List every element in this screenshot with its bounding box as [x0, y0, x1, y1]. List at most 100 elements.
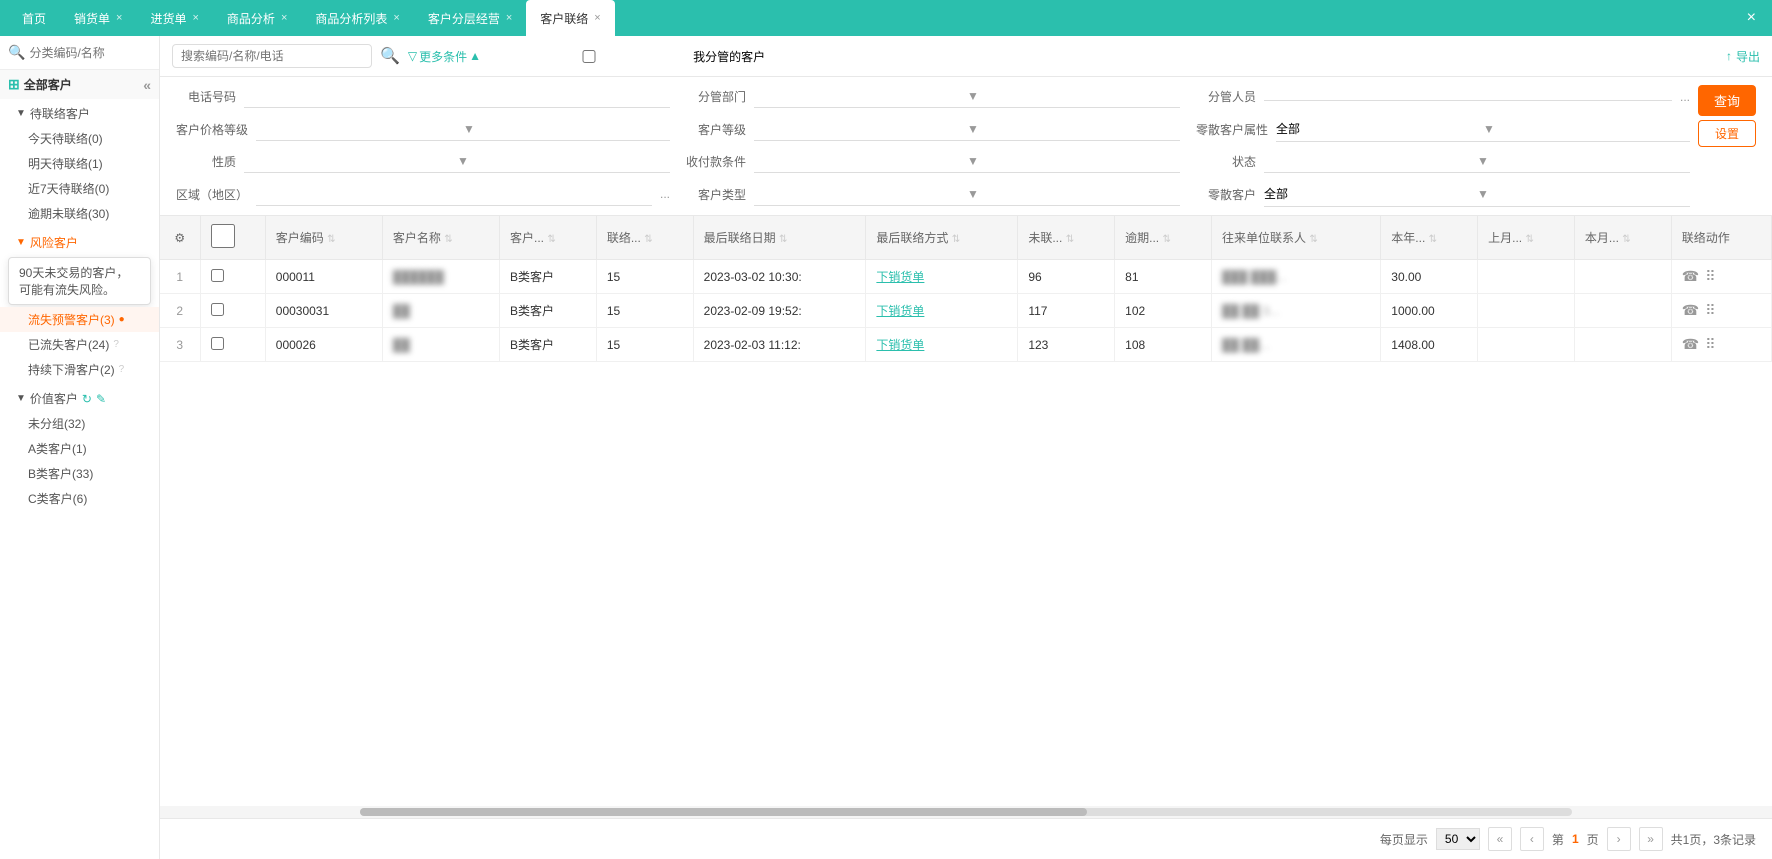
tab-analysis-close[interactable]: ×: [281, 12, 287, 24]
query-button[interactable]: 查询: [1698, 85, 1756, 116]
person-ellipsis[interactable]: ...: [1680, 90, 1690, 104]
zero-customer-select[interactable]: 全部 ▼: [1264, 181, 1690, 207]
col-this-year[interactable]: 本年... ⇅: [1381, 216, 1478, 260]
first-page-button[interactable]: «: [1488, 827, 1512, 851]
region-input[interactable]: [256, 183, 652, 206]
tab-customer-tier-close[interactable]: ×: [506, 12, 512, 24]
tier-select[interactable]: ▼: [754, 118, 1180, 141]
tab-analysis[interactable]: 商品分析 ×: [213, 0, 301, 36]
sidebar-item-unclassified[interactable]: 未分组(32): [0, 411, 159, 436]
sidebar-item-already-lost[interactable]: 已流失客户(24) ?: [0, 332, 159, 357]
pending-group-label: 待联络客户: [30, 105, 90, 122]
my-customers-checkbox[interactable]: [489, 50, 689, 63]
next-page-button[interactable]: ›: [1607, 827, 1631, 851]
row-last-way-2[interactable]: 下销货单: [866, 294, 1018, 328]
tab-sales[interactable]: 销货单 ×: [60, 0, 136, 36]
row-action-msg-icon-1[interactable]: ☎: [1682, 268, 1699, 285]
price-tier-select[interactable]: ▼: [256, 118, 670, 141]
tab-home[interactable]: 首页: [8, 0, 60, 36]
row-action-msg-icon-3[interactable]: ☎: [1682, 336, 1699, 353]
row-action-more-icon-3[interactable]: ⠿: [1705, 336, 1715, 353]
sidebar-item-class-a[interactable]: A类客户(1): [0, 436, 159, 461]
tab-analysis-list[interactable]: 商品分析列表 ×: [301, 0, 413, 36]
nature-select[interactable]: ▼: [244, 150, 670, 173]
phone-input[interactable]: [244, 85, 670, 108]
col-overdue[interactable]: 逾期... ⇅: [1115, 216, 1212, 260]
col-contact[interactable]: 联络... ⇅: [596, 216, 693, 260]
status-select[interactable]: ▼: [1264, 150, 1690, 173]
more-conditions-button[interactable]: ▽ 更多条件 ▲: [408, 48, 481, 65]
person-select[interactable]: [1264, 92, 1672, 101]
all-customers-label: 全部客户: [24, 76, 72, 93]
zero-attr-select[interactable]: 全部 ▼: [1276, 116, 1690, 142]
col-code[interactable]: 客户编码 ⇅: [265, 216, 382, 260]
sidebar-group-risk-header[interactable]: ▼ 风险客户: [0, 230, 159, 255]
col-last-month[interactable]: 上月... ⇅: [1478, 216, 1575, 260]
row-checkbox-3[interactable]: [200, 328, 265, 362]
sidebar-item-tomorrow[interactable]: 明天待联络(1): [0, 151, 159, 176]
sidebar-item-loss-warning[interactable]: 流失预警客户(3) ●: [0, 307, 159, 332]
tab-purchase-close[interactable]: ×: [192, 12, 198, 24]
col-type-sort-icon: ⇅: [547, 234, 555, 245]
tab-analysis-list-close[interactable]: ×: [393, 12, 399, 24]
sidebar-item-class-b[interactable]: B类客户(33): [0, 461, 159, 486]
col-this-month[interactable]: 本月... ⇅: [1574, 216, 1671, 260]
zero-attr-label: 零散客户属性: [1196, 121, 1268, 138]
row-last-date-3: 2023-02-03 11:12:: [693, 328, 866, 362]
per-page-select[interactable]: 50: [1436, 828, 1480, 850]
settings-col-icon[interactable]: ⚙: [174, 231, 185, 245]
my-customers-checkbox-label[interactable]: 我分管的客户: [489, 48, 765, 65]
col-not-contacted[interactable]: 未联... ⇅: [1018, 216, 1115, 260]
data-table-container: ⚙ 客户编码 ⇅ 客户名称 ⇅: [160, 216, 1772, 806]
already-lost-icon: ?: [113, 339, 119, 350]
dept-select[interactable]: ▼: [754, 85, 1180, 108]
scrollbar-track[interactable]: [360, 808, 1572, 816]
value-group-label: 价值客户: [30, 390, 78, 407]
row-last-way-3[interactable]: 下销货单: [866, 328, 1018, 362]
region-ellipsis[interactable]: ...: [660, 187, 670, 201]
tab-customer-tier[interactable]: 客户分层经营 ×: [414, 0, 526, 36]
payment-select[interactable]: ▼: [754, 150, 1180, 173]
row-action-more-icon-2[interactable]: ⠿: [1705, 302, 1715, 319]
tomorrow-label: 明天待联络(1): [28, 155, 103, 172]
sidebar-item-7days[interactable]: 近7天待联络(0): [0, 176, 159, 201]
tab-customer-contact-close[interactable]: ×: [594, 12, 600, 24]
col-last-date[interactable]: 最后联络日期 ⇅: [693, 216, 866, 260]
sidebar-item-class-c[interactable]: C类客户(6): [0, 486, 159, 511]
col-type[interactable]: 客户... ⇅: [500, 216, 597, 260]
row-action-msg-icon-2[interactable]: ☎: [1682, 302, 1699, 319]
sidebar-group-pending-header[interactable]: ▼ 待联络客户: [0, 101, 159, 126]
sidebar-item-today[interactable]: 今天待联络(0): [0, 126, 159, 151]
export-button[interactable]: ↑ 导出: [1726, 48, 1760, 65]
tab-customer-contact[interactable]: 客户联络 ×: [526, 0, 614, 36]
last-page-button[interactable]: »: [1639, 827, 1663, 851]
value-group-refresh-icon[interactable]: ↻: [82, 392, 92, 406]
tab-purchase[interactable]: 进货单 ×: [136, 0, 212, 36]
search-input[interactable]: [172, 44, 372, 68]
sidebar-item-continuous-down[interactable]: 持续下滑客户(2) ?: [0, 357, 159, 382]
scrollbar-thumb[interactable]: [360, 808, 1087, 816]
search-button[interactable]: 🔍: [380, 46, 400, 66]
sidebar-item-overdue[interactable]: 逾期未联络(30): [0, 201, 159, 226]
col-name[interactable]: 客户名称 ⇅: [382, 216, 499, 260]
col-contact-person[interactable]: 往来单位联系人 ⇅: [1211, 216, 1380, 260]
col-settings[interactable]: ⚙: [160, 216, 200, 260]
tab-sales-close[interactable]: ×: [116, 12, 122, 24]
sidebar-collapse-button[interactable]: «: [143, 77, 151, 93]
horizontal-scrollbar[interactable]: [160, 806, 1772, 818]
row-action-more-icon-1[interactable]: ⠿: [1705, 268, 1715, 285]
col-checkbox[interactable]: [200, 216, 265, 260]
sidebar-search-input[interactable]: [29, 46, 160, 60]
settings-button[interactable]: 设置: [1698, 120, 1756, 147]
customer-type-select[interactable]: ▼: [754, 183, 1180, 206]
col-last-way[interactable]: 最后联络方式 ⇅: [866, 216, 1018, 260]
sidebar-group-value-header[interactable]: ▼ 价值客户 ↻ ✎: [0, 386, 159, 411]
select-all-checkbox[interactable]: [211, 224, 235, 248]
sidebar-all-customers[interactable]: ⊞ 全部客户 «: [0, 70, 159, 99]
prev-page-button[interactable]: ‹: [1520, 827, 1544, 851]
row-checkbox-2[interactable]: [200, 294, 265, 328]
row-checkbox-1[interactable]: [200, 260, 265, 294]
row-last-way-1[interactable]: 下销货单: [866, 260, 1018, 294]
value-group-edit-icon[interactable]: ✎: [96, 392, 106, 406]
close-app-button[interactable]: ×: [1739, 9, 1764, 27]
